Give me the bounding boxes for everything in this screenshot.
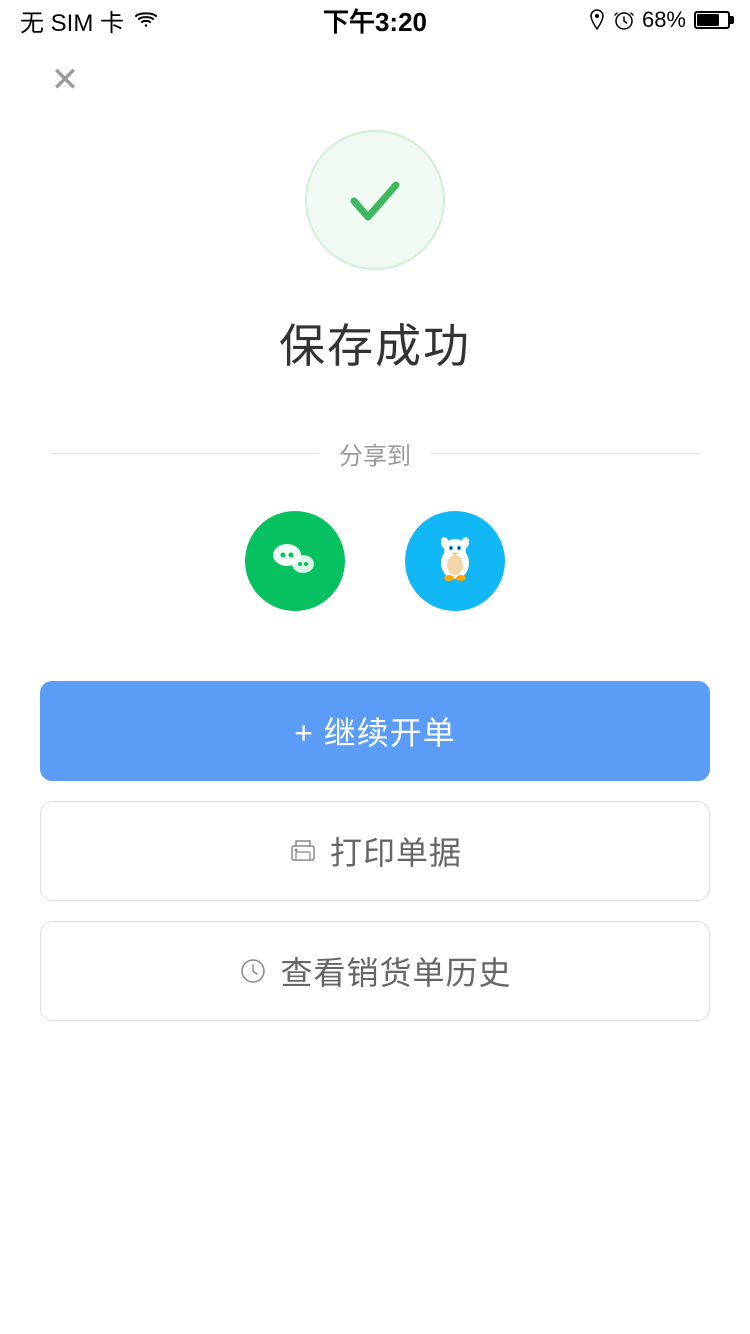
success-circle bbox=[305, 130, 445, 270]
share-divider: 分享到 bbox=[50, 436, 700, 471]
battery-percentage: 68% bbox=[642, 7, 686, 33]
continue-order-button[interactable]: + 继续开单 bbox=[40, 681, 710, 781]
checkmark-icon bbox=[340, 165, 410, 235]
print-icon bbox=[288, 836, 318, 866]
qq-share-button[interactable] bbox=[405, 511, 505, 611]
status-time: 下午3:20 bbox=[323, 2, 427, 39]
print-receipt-button[interactable]: 打印单据 bbox=[40, 801, 710, 901]
history-icon bbox=[238, 956, 268, 986]
close-button[interactable]: ✕ bbox=[40, 55, 90, 105]
wechat-icon bbox=[265, 531, 325, 591]
print-label: 打印单据 bbox=[330, 828, 462, 874]
alarm-icon bbox=[614, 9, 634, 31]
location-icon bbox=[588, 9, 606, 31]
qq-icon bbox=[425, 531, 485, 591]
wechat-share-button[interactable] bbox=[245, 511, 345, 611]
wifi-icon bbox=[132, 10, 160, 30]
battery-icon bbox=[694, 11, 730, 29]
share-section: 分享到 bbox=[0, 436, 750, 611]
status-left: 无 SIM 卡 bbox=[20, 3, 160, 38]
divider-right bbox=[431, 453, 700, 454]
main-content: 保存成功 分享到 bbox=[0, 40, 750, 1021]
share-icons-row bbox=[50, 511, 700, 611]
success-title: 保存成功 bbox=[279, 310, 471, 376]
continue-order-label: + 继续开单 bbox=[294, 708, 456, 754]
history-label: 查看销货单历史 bbox=[280, 948, 511, 994]
view-history-button[interactable]: 查看销货单历史 bbox=[40, 921, 710, 1021]
status-bar: 无 SIM 卡 下午3:20 68% bbox=[0, 0, 750, 40]
share-label: 分享到 bbox=[339, 436, 411, 471]
status-right: 68% bbox=[588, 7, 730, 33]
action-buttons: + 继续开单 打印单据 查看销货单历史 bbox=[0, 681, 750, 1021]
close-icon: ✕ bbox=[51, 63, 80, 97]
divider-left bbox=[50, 453, 319, 454]
carrier-text: 无 SIM 卡 bbox=[20, 3, 124, 38]
